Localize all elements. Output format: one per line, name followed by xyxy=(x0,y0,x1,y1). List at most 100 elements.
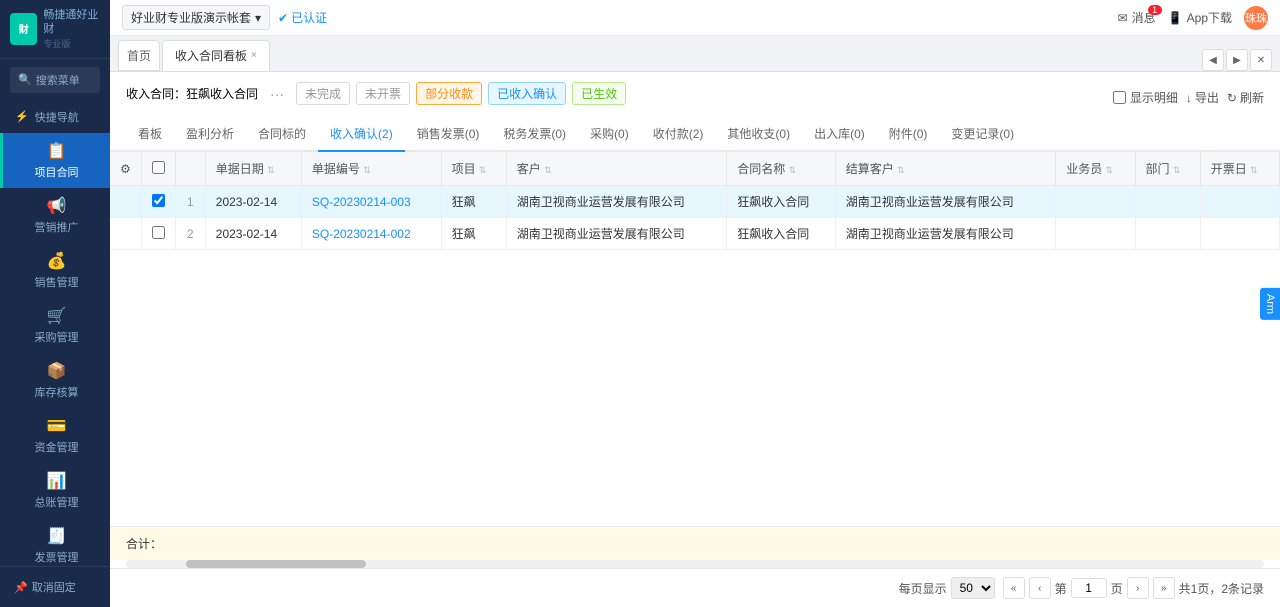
tab-payment[interactable]: 收付款(2) xyxy=(641,117,716,152)
tab-target[interactable]: 合同标的 xyxy=(246,117,318,152)
th-bill-no[interactable]: 单据编号 ⇅ xyxy=(301,152,441,186)
th-contract[interactable]: 合同名称 ⇅ xyxy=(727,152,836,186)
show-detail-checkbox-label[interactable]: 显示明细 xyxy=(1113,89,1178,106)
td-num-1: 1 xyxy=(175,186,205,218)
tab-active[interactable]: 收入合同看板 × xyxy=(162,40,270,71)
tab-purchase[interactable]: 采购(0) xyxy=(578,117,641,152)
th-num xyxy=(175,152,205,186)
th-customer[interactable]: 客户 ⇅ xyxy=(506,152,727,186)
td-check-2[interactable] xyxy=(141,218,175,250)
th-settings[interactable]: ⚙ xyxy=(110,152,141,186)
search-menu-button[interactable]: 🔍 搜索菜单 xyxy=(10,67,100,93)
status-tag-effective[interactable]: 已生效 xyxy=(572,82,626,105)
td-date-2: 2023-02-14 xyxy=(205,218,301,250)
prev-page-button[interactable]: ‹ xyxy=(1029,577,1051,599)
td-num-2: 2 xyxy=(175,218,205,250)
tab-warehouse[interactable]: 出入库(0) xyxy=(802,117,877,152)
th-date[interactable]: 单据日期 ⇅ xyxy=(205,152,301,186)
avatar: 珠珠 xyxy=(1244,6,1268,30)
th-salesman[interactable]: 业务员 ⇅ xyxy=(1056,152,1135,186)
app-download-button[interactable]: 📱 App下载 xyxy=(1168,9,1232,26)
td-settings xyxy=(110,218,141,250)
status-tag-incomplete[interactable]: 未完成 xyxy=(296,82,350,105)
company-selector[interactable]: 好业财专业版演示帐套 ▾ xyxy=(122,5,270,30)
sidebar-item-sales[interactable]: 💰 销售管理 xyxy=(0,243,110,298)
tab-prev-button[interactable]: ◀ xyxy=(1202,49,1224,71)
sort-customer-icon: ⇅ xyxy=(544,165,552,175)
td-date-1: 2023-02-14 xyxy=(205,186,301,218)
status-tag-partial[interactable]: 部分收款 xyxy=(416,82,482,105)
tab-confirm[interactable]: 收入确认(2) xyxy=(318,117,405,152)
sidebar-item-general[interactable]: 📊 总账管理 xyxy=(0,463,110,518)
table-wrap: ⚙ 单据日期 ⇅ 单据编号 ⇅ 项目 ⇅ 客户 ⇅ 合同名称 ⇅ 结算客户 ⇅ … xyxy=(110,152,1280,526)
sidebar-item-project[interactable]: 📋 项目合同 xyxy=(0,133,110,188)
tab-board[interactable]: 看板 xyxy=(126,117,174,152)
row-checkbox-2[interactable] xyxy=(152,226,165,239)
sidebar-item-fund[interactable]: 💳 资金管理 xyxy=(0,408,110,463)
tab-profit[interactable]: 盈利分析 xyxy=(174,117,246,152)
refresh-button[interactable]: ↻ 刷新 xyxy=(1227,89,1264,106)
bill-no-link-1[interactable]: SQ-20230214-003 xyxy=(312,195,411,209)
sidebar-item-quicknav[interactable]: ⚡ 快捷导航 xyxy=(0,101,110,133)
per-page-select[interactable]: 50 xyxy=(951,577,995,599)
th-settlement[interactable]: 结算客户 ⇅ xyxy=(835,152,1056,186)
unpin-button[interactable]: 📌 取消固定 xyxy=(10,575,100,599)
tab-close-button[interactable]: × xyxy=(251,50,257,61)
first-page-button[interactable]: « xyxy=(1003,577,1025,599)
sidebar-item-marketing[interactable]: 📢 营销推广 xyxy=(0,188,110,243)
export-button[interactable]: ↓ 导出 xyxy=(1186,89,1219,106)
next-page-button[interactable]: › xyxy=(1127,577,1149,599)
td-settlement-2: 湖南卫视商业运营发展有限公司 xyxy=(835,218,1056,250)
th-dept[interactable]: 部门 ⇅ xyxy=(1135,152,1200,186)
arm-button[interactable]: Arm xyxy=(1260,287,1280,319)
tab-changes[interactable]: 变更记录(0) xyxy=(939,117,1026,152)
tab-sales-invoice[interactable]: 销售发票(0) xyxy=(405,117,492,152)
last-page-button[interactable]: » xyxy=(1153,577,1175,599)
status-tag-confirmed[interactable]: 已收入确认 xyxy=(488,82,566,105)
sort-date-icon: ⇅ xyxy=(267,165,275,175)
select-all-checkbox[interactable] xyxy=(152,161,165,174)
sidebar-item-invoice[interactable]: 🧾 发票管理 xyxy=(0,518,110,566)
header-actions: 显示明细 ↓ 导出 ↻ 刷新 xyxy=(1113,89,1264,106)
status-tag-uninvoiced[interactable]: 未开票 xyxy=(356,82,410,105)
message-button[interactable]: ✉ 消息 1 xyxy=(1118,9,1156,26)
tab-close-all-button[interactable]: ✕ xyxy=(1250,49,1272,71)
sidebar-logo: 财 畅捷通好业财 专业版 xyxy=(0,0,110,59)
th-bill-date[interactable]: 开票日 ⇅ xyxy=(1200,152,1279,186)
scrollbar[interactable] xyxy=(126,560,1264,568)
th-check[interactable] xyxy=(141,152,175,186)
page-input[interactable] xyxy=(1071,578,1107,598)
message-badge: 1 xyxy=(1148,5,1162,15)
row-checkbox-1[interactable] xyxy=(152,194,165,207)
show-detail-checkbox[interactable] xyxy=(1113,91,1126,104)
tab-tax-invoice[interactable]: 税务发票(0) xyxy=(491,117,578,152)
quicknav-icon: ⚡ xyxy=(15,110,29,123)
check-icon: ✔ xyxy=(278,11,288,25)
sidebar-search-area: 🔍 搜索菜单 xyxy=(0,59,110,101)
bill-no-link-2[interactable]: SQ-20230214-002 xyxy=(312,227,411,241)
td-check[interactable] xyxy=(141,186,175,218)
th-project[interactable]: 项目 ⇅ xyxy=(441,152,506,186)
table-row[interactable]: 1 2023-02-14 SQ-20230214-003 狂飙 湖南卫视商业运营… xyxy=(110,186,1280,218)
table-row[interactable]: 2 2023-02-14 SQ-20230214-002 狂飙 湖南卫视商业运营… xyxy=(110,218,1280,250)
scrollbar-thumb[interactable] xyxy=(186,560,366,568)
tab-home[interactable]: 首页 xyxy=(118,40,160,71)
sidebar-item-purchase[interactable]: 🛒 采购管理 xyxy=(0,298,110,353)
project-icon: 📋 xyxy=(47,141,67,161)
per-page: 每页显示 50 xyxy=(899,577,995,599)
sidebar-item-inventory[interactable]: 📦 库存核算 xyxy=(0,353,110,408)
tab-attachment[interactable]: 附件(0) xyxy=(877,117,940,152)
td-salesman-1 xyxy=(1056,186,1135,218)
sort-settlement-icon: ⇅ xyxy=(897,165,905,175)
td-billno-1: SQ-20230214-003 xyxy=(301,186,441,218)
download-icon: 📱 xyxy=(1168,11,1183,25)
td-salesman-2 xyxy=(1056,218,1135,250)
td-contract-2: 狂飙收入合同 xyxy=(727,218,836,250)
tab-next-button[interactable]: ▶ xyxy=(1226,49,1248,71)
more-button[interactable]: ··· xyxy=(270,86,284,102)
total-label: 合计： xyxy=(126,535,162,552)
quicknav-label: 快捷导航 xyxy=(35,109,79,125)
tab-other[interactable]: 其他收支(0) xyxy=(715,117,802,152)
total-row: 合计： xyxy=(110,526,1280,560)
user-avatar-button[interactable]: 珠珠 xyxy=(1244,6,1268,30)
